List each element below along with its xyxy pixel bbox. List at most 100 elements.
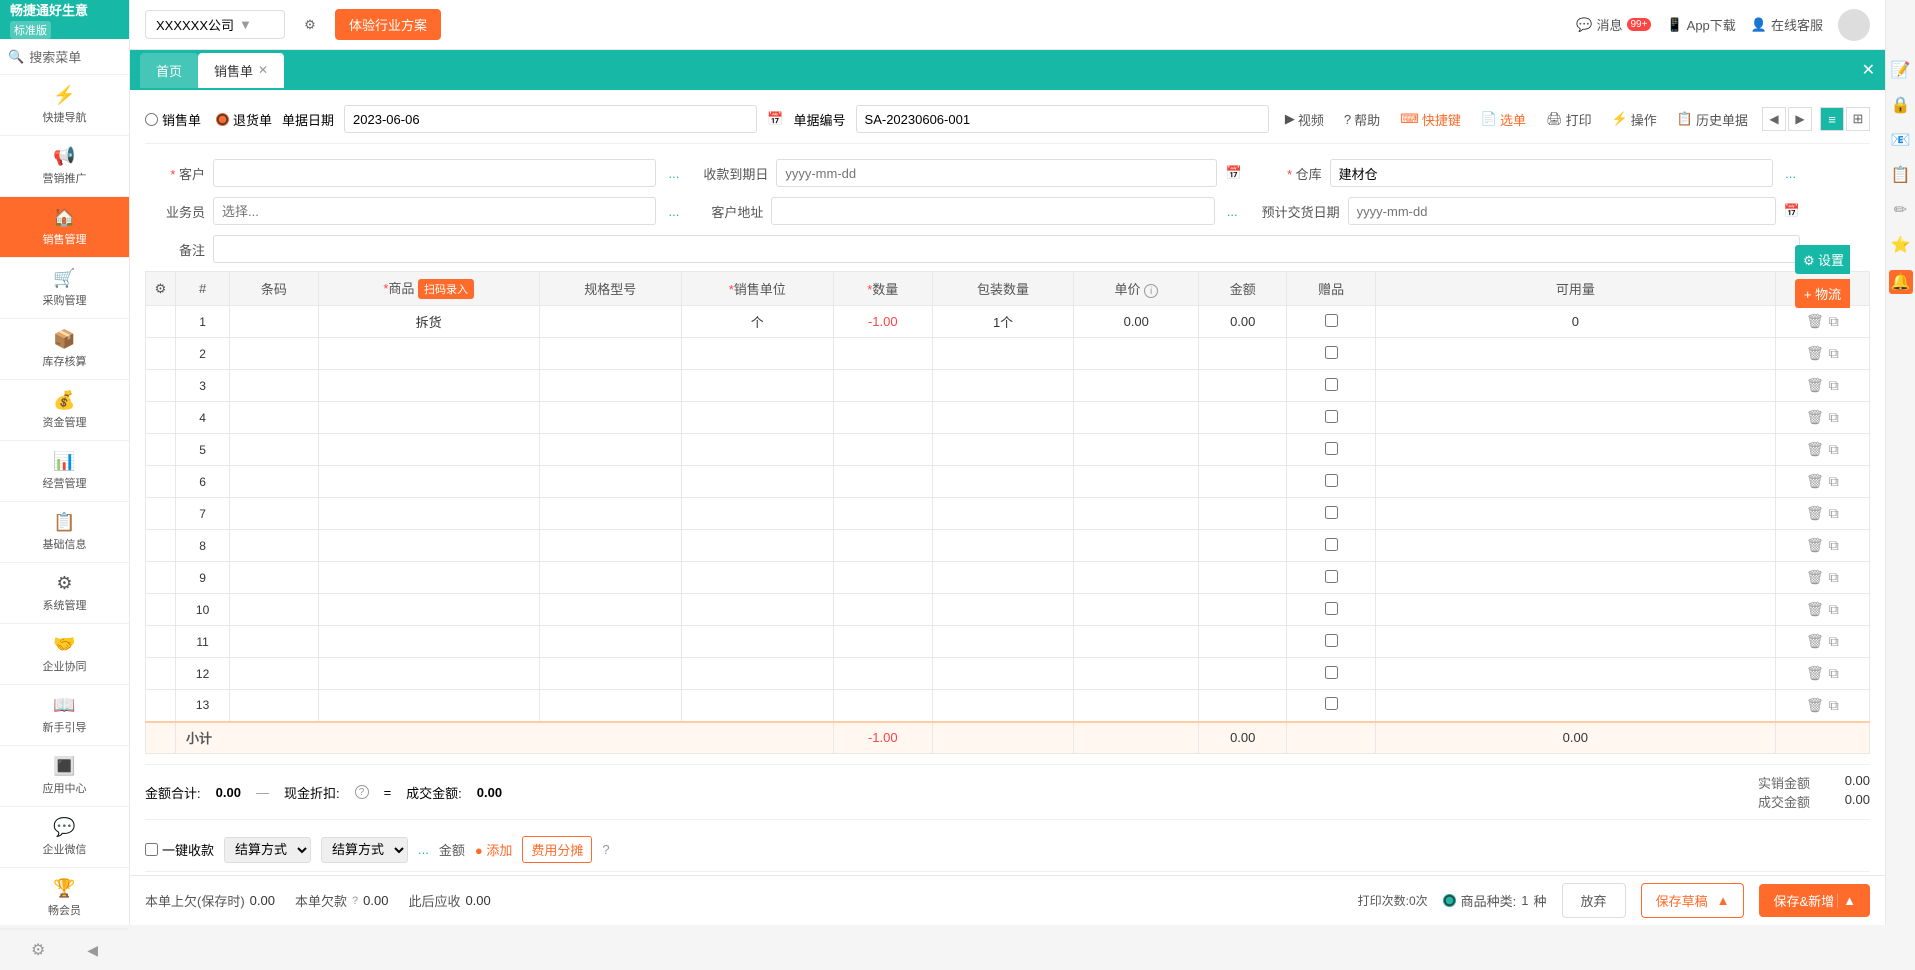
- sidebar-item-guide[interactable]: 📖 新手引导: [0, 685, 129, 746]
- row-delete-icon[interactable]: 🗑: [1806, 665, 1824, 682]
- expected-date-cal-icon[interactable]: 📅: [1784, 203, 1800, 219]
- right-panel-icon-3[interactable]: 📧: [1891, 130, 1911, 150]
- row-copy-icon[interactable]: ⧉: [1829, 441, 1839, 458]
- row-gift-checkbox[interactable]: [1325, 570, 1338, 583]
- topbar-settings-button[interactable]: ⚙: [295, 10, 325, 40]
- row-spec[interactable]: [539, 306, 681, 338]
- tab-close-icon[interactable]: ✕: [258, 63, 268, 77]
- row-gift-checkbox[interactable]: [1325, 506, 1338, 519]
- toolbar-video-btn[interactable]: ▶ 视频: [1279, 107, 1330, 132]
- row-gift-checkbox[interactable]: [1325, 442, 1338, 455]
- row-pkg-qty[interactable]: 1个: [932, 306, 1074, 338]
- row-qty[interactable]: -1.00: [833, 306, 932, 338]
- row-delete-icon[interactable]: 🗑: [1806, 377, 1824, 394]
- sidebar-item-search[interactable]: 🔍 搜索菜单: [0, 39, 129, 75]
- sidebar-item-wechat[interactable]: 💬 企业微信: [0, 807, 129, 868]
- one-click-payment-input[interactable]: [145, 843, 158, 856]
- notes-input[interactable]: [213, 235, 1800, 263]
- sidebar-item-appstore[interactable]: 🔳 应用中心: [0, 746, 129, 807]
- sidebar-item-quick-nav[interactable]: ⚡ 快捷导航: [0, 75, 129, 136]
- expense-help-icon[interactable]: ?: [602, 842, 609, 857]
- right-panel-icon-2[interactable]: 🔒: [1891, 95, 1911, 115]
- customer-input[interactable]: [213, 159, 656, 187]
- online-service-button[interactable]: 👤 在线客服: [1751, 15, 1823, 34]
- row-gift-checkbox[interactable]: [1325, 346, 1338, 359]
- row-unit[interactable]: 个: [681, 306, 833, 338]
- row-delete-icon[interactable]: 🗑: [1806, 441, 1824, 458]
- row-copy-icon[interactable]: ⧉: [1829, 569, 1839, 586]
- payment-due-cal-icon[interactable]: 📅: [1225, 165, 1241, 181]
- view-list-btn[interactable]: ≡: [1820, 107, 1844, 131]
- sidebar-item-finance[interactable]: 💰 资金管理: [0, 380, 129, 441]
- discard-button[interactable]: 放弃: [1562, 883, 1626, 918]
- calendar-icon[interactable]: 📅: [767, 111, 783, 127]
- expected-date-input[interactable]: [1348, 197, 1776, 225]
- sidebar-collapse-icon[interactable]: ◀: [87, 942, 98, 959]
- right-panel-icon-1[interactable]: 📝: [1891, 60, 1911, 80]
- payment-method-select[interactable]: 结算方式: [224, 837, 311, 863]
- sidebar-settings-icon[interactable]: ⚙: [31, 940, 45, 960]
- row-copy-icon[interactable]: ⧉: [1829, 313, 1839, 330]
- user-avatar[interactable]: [1838, 9, 1870, 41]
- row-delete-icon[interactable]: 🗑: [1806, 569, 1824, 586]
- row-delete-icon[interactable]: 🗑: [1806, 505, 1824, 522]
- th-settings[interactable]: ⚙: [146, 272, 176, 306]
- row-delete-icon[interactable]: 🗑: [1806, 537, 1824, 554]
- doc-num-input[interactable]: [856, 105, 1269, 133]
- row-price[interactable]: 0.00: [1074, 306, 1199, 338]
- warehouse-input[interactable]: [1330, 159, 1773, 187]
- radio-return[interactable]: 退货单: [216, 110, 272, 129]
- row-copy-icon[interactable]: ⧉: [1829, 697, 1839, 714]
- sidebar-item-enterprise[interactable]: 🤝 企业协同: [0, 624, 129, 685]
- price-info-icon[interactable]: i: [1144, 284, 1158, 298]
- toolbar-print-btn[interactable]: 🖨 打印: [1540, 107, 1598, 132]
- trial-button[interactable]: 体验行业方案: [335, 9, 441, 40]
- toolbar-shortcut-btn[interactable]: ⌨ 快捷键: [1394, 107, 1467, 132]
- company-selector[interactable]: XXXXXX公司 ▼: [145, 10, 285, 39]
- customer-addr-input[interactable]: [771, 197, 1214, 225]
- radio-sales-input[interactable]: [145, 113, 158, 126]
- payment-add-btn[interactable]: ● 添加: [475, 840, 512, 859]
- row-delete-icon[interactable]: 🗑: [1806, 313, 1824, 330]
- right-panel-icon-6[interactable]: ⭐: [1891, 235, 1911, 255]
- logistics-side-btn[interactable]: + 物流: [1795, 279, 1850, 308]
- row-copy-icon[interactable]: ⧉: [1829, 505, 1839, 522]
- sidebar-item-sales[interactable]: 🏠 销售管理: [0, 197, 129, 258]
- toolbar-help-btn[interactable]: ? 帮助: [1338, 107, 1386, 132]
- nav-next[interactable]: ▶: [1788, 107, 1812, 131]
- product-count-radio[interactable]: [1443, 894, 1456, 907]
- row-amount[interactable]: 0.00: [1199, 306, 1287, 338]
- row-product[interactable]: 拆货: [318, 306, 539, 338]
- row-gift[interactable]: [1287, 306, 1375, 338]
- sidebar-item-purchase[interactable]: 🛒 采购管理: [0, 258, 129, 319]
- save-draft-arrow[interactable]: ▲: [1711, 893, 1730, 908]
- row-copy-icon[interactable]: ⧉: [1829, 377, 1839, 394]
- sidebar-item-vip[interactable]: 🏆 畅会员: [0, 868, 129, 929]
- toolbar-operate-btn[interactable]: ⚡ 操作: [1606, 107, 1663, 132]
- row-gift-checkbox[interactable]: [1325, 538, 1338, 551]
- view-grid-btn[interactable]: ⊞: [1846, 107, 1870, 131]
- row-copy-icon[interactable]: ⧉: [1829, 601, 1839, 618]
- row-copy-icon[interactable]: ⧉: [1829, 345, 1839, 362]
- row-gift-checkbox[interactable]: [1325, 697, 1338, 710]
- payment-account-dots[interactable]: ...: [418, 842, 429, 857]
- tab-home[interactable]: 首页: [140, 53, 198, 88]
- row-barcode[interactable]: [230, 306, 318, 338]
- sidebar-item-operations[interactable]: 📊 经营管理: [0, 441, 129, 502]
- salesperson-dots-btn[interactable]: ...: [664, 204, 683, 219]
- salesperson-input[interactable]: [213, 197, 656, 225]
- sidebar-item-marketing[interactable]: 📢 营销推广: [0, 136, 129, 197]
- save-draft-button[interactable]: 保存草稿 ▲: [1641, 883, 1745, 918]
- payment-due-input[interactable]: [776, 159, 1217, 187]
- message-button[interactable]: 💬 消息 99+: [1576, 15, 1651, 34]
- sidebar-item-inventory[interactable]: 📦 库存核算: [0, 319, 129, 380]
- row-delete-icon[interactable]: 🗑: [1806, 601, 1824, 618]
- customer-addr-dots-btn[interactable]: ...: [1223, 204, 1242, 219]
- right-panel-icon-4[interactable]: 📋: [1891, 165, 1911, 185]
- cash-discount-info-icon[interactable]: ?: [355, 785, 369, 799]
- scan-btn[interactable]: 扫码录入: [418, 279, 474, 299]
- expense-split-btn[interactable]: 费用分摊: [522, 836, 592, 863]
- own-total-info[interactable]: ?: [352, 895, 358, 907]
- row-gift-checkbox[interactable]: [1325, 634, 1338, 647]
- row-gift-checkbox[interactable]: [1325, 410, 1338, 423]
